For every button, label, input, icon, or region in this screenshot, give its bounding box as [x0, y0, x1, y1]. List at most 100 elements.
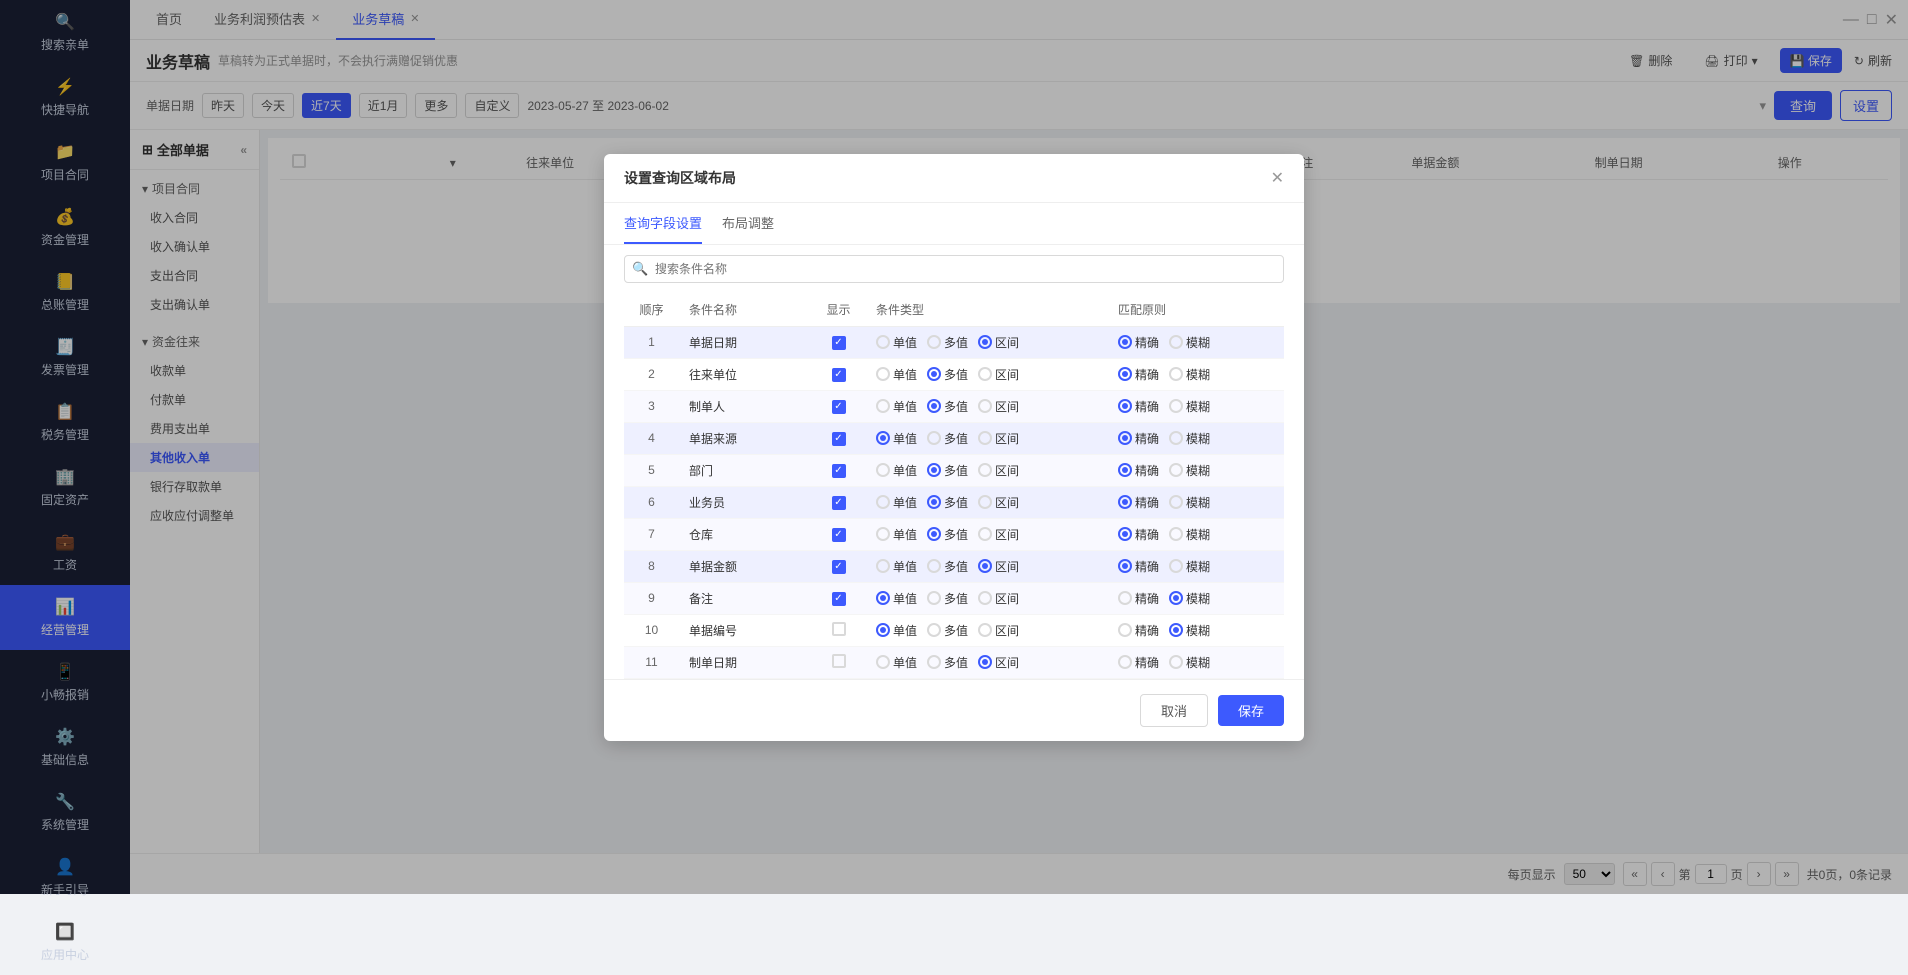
radio-match-match_exact[interactable]: 精确 [1118, 430, 1159, 447]
radio-type-type_range[interactable]: 区间 [978, 558, 1019, 575]
radio-option[interactable] [1118, 623, 1132, 637]
radio-match-match_exact[interactable]: 精确 [1118, 366, 1159, 383]
show-checkbox[interactable] [832, 560, 846, 574]
table-row-show[interactable] [811, 550, 866, 582]
radio-option[interactable] [876, 367, 890, 381]
show-checkbox[interactable] [832, 654, 846, 668]
radio-match-match_fuzzy[interactable]: 模糊 [1169, 366, 1210, 383]
radio-option[interactable] [927, 495, 941, 509]
radio-type-type_multi[interactable]: 多值 [927, 494, 968, 511]
radio-option[interactable] [1118, 367, 1132, 381]
radio-type-type_multi[interactable]: 多值 [927, 398, 968, 415]
radio-type-type_single[interactable]: 单值 [876, 398, 917, 415]
radio-option[interactable] [1118, 559, 1132, 573]
radio-option[interactable] [876, 463, 890, 477]
radio-type-type_range[interactable]: 区间 [978, 366, 1019, 383]
radio-option[interactable] [978, 495, 992, 509]
table-row-show[interactable] [811, 326, 866, 358]
radio-match-match_fuzzy[interactable]: 模糊 [1169, 398, 1210, 415]
radio-option[interactable] [876, 591, 890, 605]
radio-type-type_range[interactable]: 区间 [978, 590, 1019, 607]
radio-option[interactable] [1169, 495, 1183, 509]
radio-option[interactable] [978, 623, 992, 637]
radio-match-match_fuzzy[interactable]: 模糊 [1169, 654, 1210, 671]
show-checkbox[interactable] [832, 336, 846, 350]
radio-type-type_range[interactable]: 区间 [978, 622, 1019, 639]
radio-option[interactable] [876, 335, 890, 349]
radio-match-match_exact[interactable]: 精确 [1118, 590, 1159, 607]
radio-option[interactable] [978, 431, 992, 445]
radio-type-type_multi[interactable]: 多值 [927, 366, 968, 383]
radio-type-type_multi[interactable]: 多值 [927, 622, 968, 639]
radio-option[interactable] [927, 591, 941, 605]
radio-option[interactable] [1118, 399, 1132, 413]
radio-type-type_single[interactable]: 单值 [876, 462, 917, 479]
radio-type-type_single[interactable]: 单值 [876, 494, 917, 511]
table-row-show[interactable] [811, 422, 866, 454]
radio-match-match_fuzzy[interactable]: 模糊 [1169, 590, 1210, 607]
radio-option[interactable] [927, 463, 941, 477]
radio-option[interactable] [927, 559, 941, 573]
radio-match-match_fuzzy[interactable]: 模糊 [1169, 622, 1210, 639]
radio-option[interactable] [1118, 655, 1132, 669]
radio-option[interactable] [1118, 335, 1132, 349]
radio-match-match_exact[interactable]: 精确 [1118, 462, 1159, 479]
radio-option[interactable] [876, 559, 890, 573]
radio-type-type_single[interactable]: 单值 [876, 526, 917, 543]
radio-option[interactable] [978, 463, 992, 477]
radio-option[interactable] [927, 399, 941, 413]
modal-tab-layout[interactable]: 布局调整 [722, 203, 774, 244]
radio-option[interactable] [978, 335, 992, 349]
radio-option[interactable] [876, 623, 890, 637]
radio-match-match_exact[interactable]: 精确 [1118, 622, 1159, 639]
modal-save-button[interactable]: 保存 [1218, 695, 1284, 726]
table-row-show[interactable] [811, 582, 866, 614]
radio-type-type_single[interactable]: 单值 [876, 622, 917, 639]
radio-type-type_range[interactable]: 区间 [978, 654, 1019, 671]
radio-option[interactable] [1169, 367, 1183, 381]
radio-match-match_exact[interactable]: 精确 [1118, 494, 1159, 511]
radio-option[interactable] [927, 367, 941, 381]
radio-type-type_range[interactable]: 区间 [978, 494, 1019, 511]
radio-type-type_multi[interactable]: 多值 [927, 462, 968, 479]
radio-option[interactable] [978, 399, 992, 413]
radio-option[interactable] [876, 527, 890, 541]
show-checkbox[interactable] [832, 622, 846, 636]
radio-option[interactable] [1118, 495, 1132, 509]
table-row-show[interactable] [811, 646, 866, 678]
radio-option[interactable] [1169, 527, 1183, 541]
radio-option[interactable] [927, 655, 941, 669]
table-row-show[interactable] [811, 614, 866, 646]
radio-option[interactable] [1118, 527, 1132, 541]
radio-option[interactable] [927, 623, 941, 637]
radio-option[interactable] [978, 527, 992, 541]
radio-option[interactable] [876, 431, 890, 445]
radio-option[interactable] [978, 559, 992, 573]
radio-type-type_multi[interactable]: 多值 [927, 430, 968, 447]
radio-option[interactable] [1169, 399, 1183, 413]
show-checkbox[interactable] [832, 528, 846, 542]
table-row-show[interactable] [811, 358, 866, 390]
table-row-show[interactable] [811, 518, 866, 550]
table-row-show[interactable] [811, 390, 866, 422]
radio-type-type_single[interactable]: 单值 [876, 430, 917, 447]
radio-option[interactable] [1169, 431, 1183, 445]
radio-match-match_fuzzy[interactable]: 模糊 [1169, 558, 1210, 575]
radio-option[interactable] [1169, 335, 1183, 349]
radio-match-match_fuzzy[interactable]: 模糊 [1169, 494, 1210, 511]
radio-option[interactable] [978, 655, 992, 669]
show-checkbox[interactable] [832, 432, 846, 446]
radio-match-match_fuzzy[interactable]: 模糊 [1169, 526, 1210, 543]
radio-match-match_fuzzy[interactable]: 模糊 [1169, 462, 1210, 479]
radio-match-match_exact[interactable]: 精确 [1118, 654, 1159, 671]
radio-option[interactable] [1118, 463, 1132, 477]
radio-type-type_multi[interactable]: 多值 [927, 526, 968, 543]
show-checkbox[interactable] [832, 368, 846, 382]
show-checkbox[interactable] [832, 496, 846, 510]
modal-cancel-button[interactable]: 取消 [1140, 694, 1208, 727]
sidebar-item-app-center[interactable]: 🔲 应用中心 [0, 910, 130, 975]
radio-type-type_range[interactable]: 区间 [978, 398, 1019, 415]
radio-option[interactable] [927, 527, 941, 541]
radio-type-type_single[interactable]: 单值 [876, 334, 917, 351]
modal-search-input[interactable] [624, 255, 1284, 283]
